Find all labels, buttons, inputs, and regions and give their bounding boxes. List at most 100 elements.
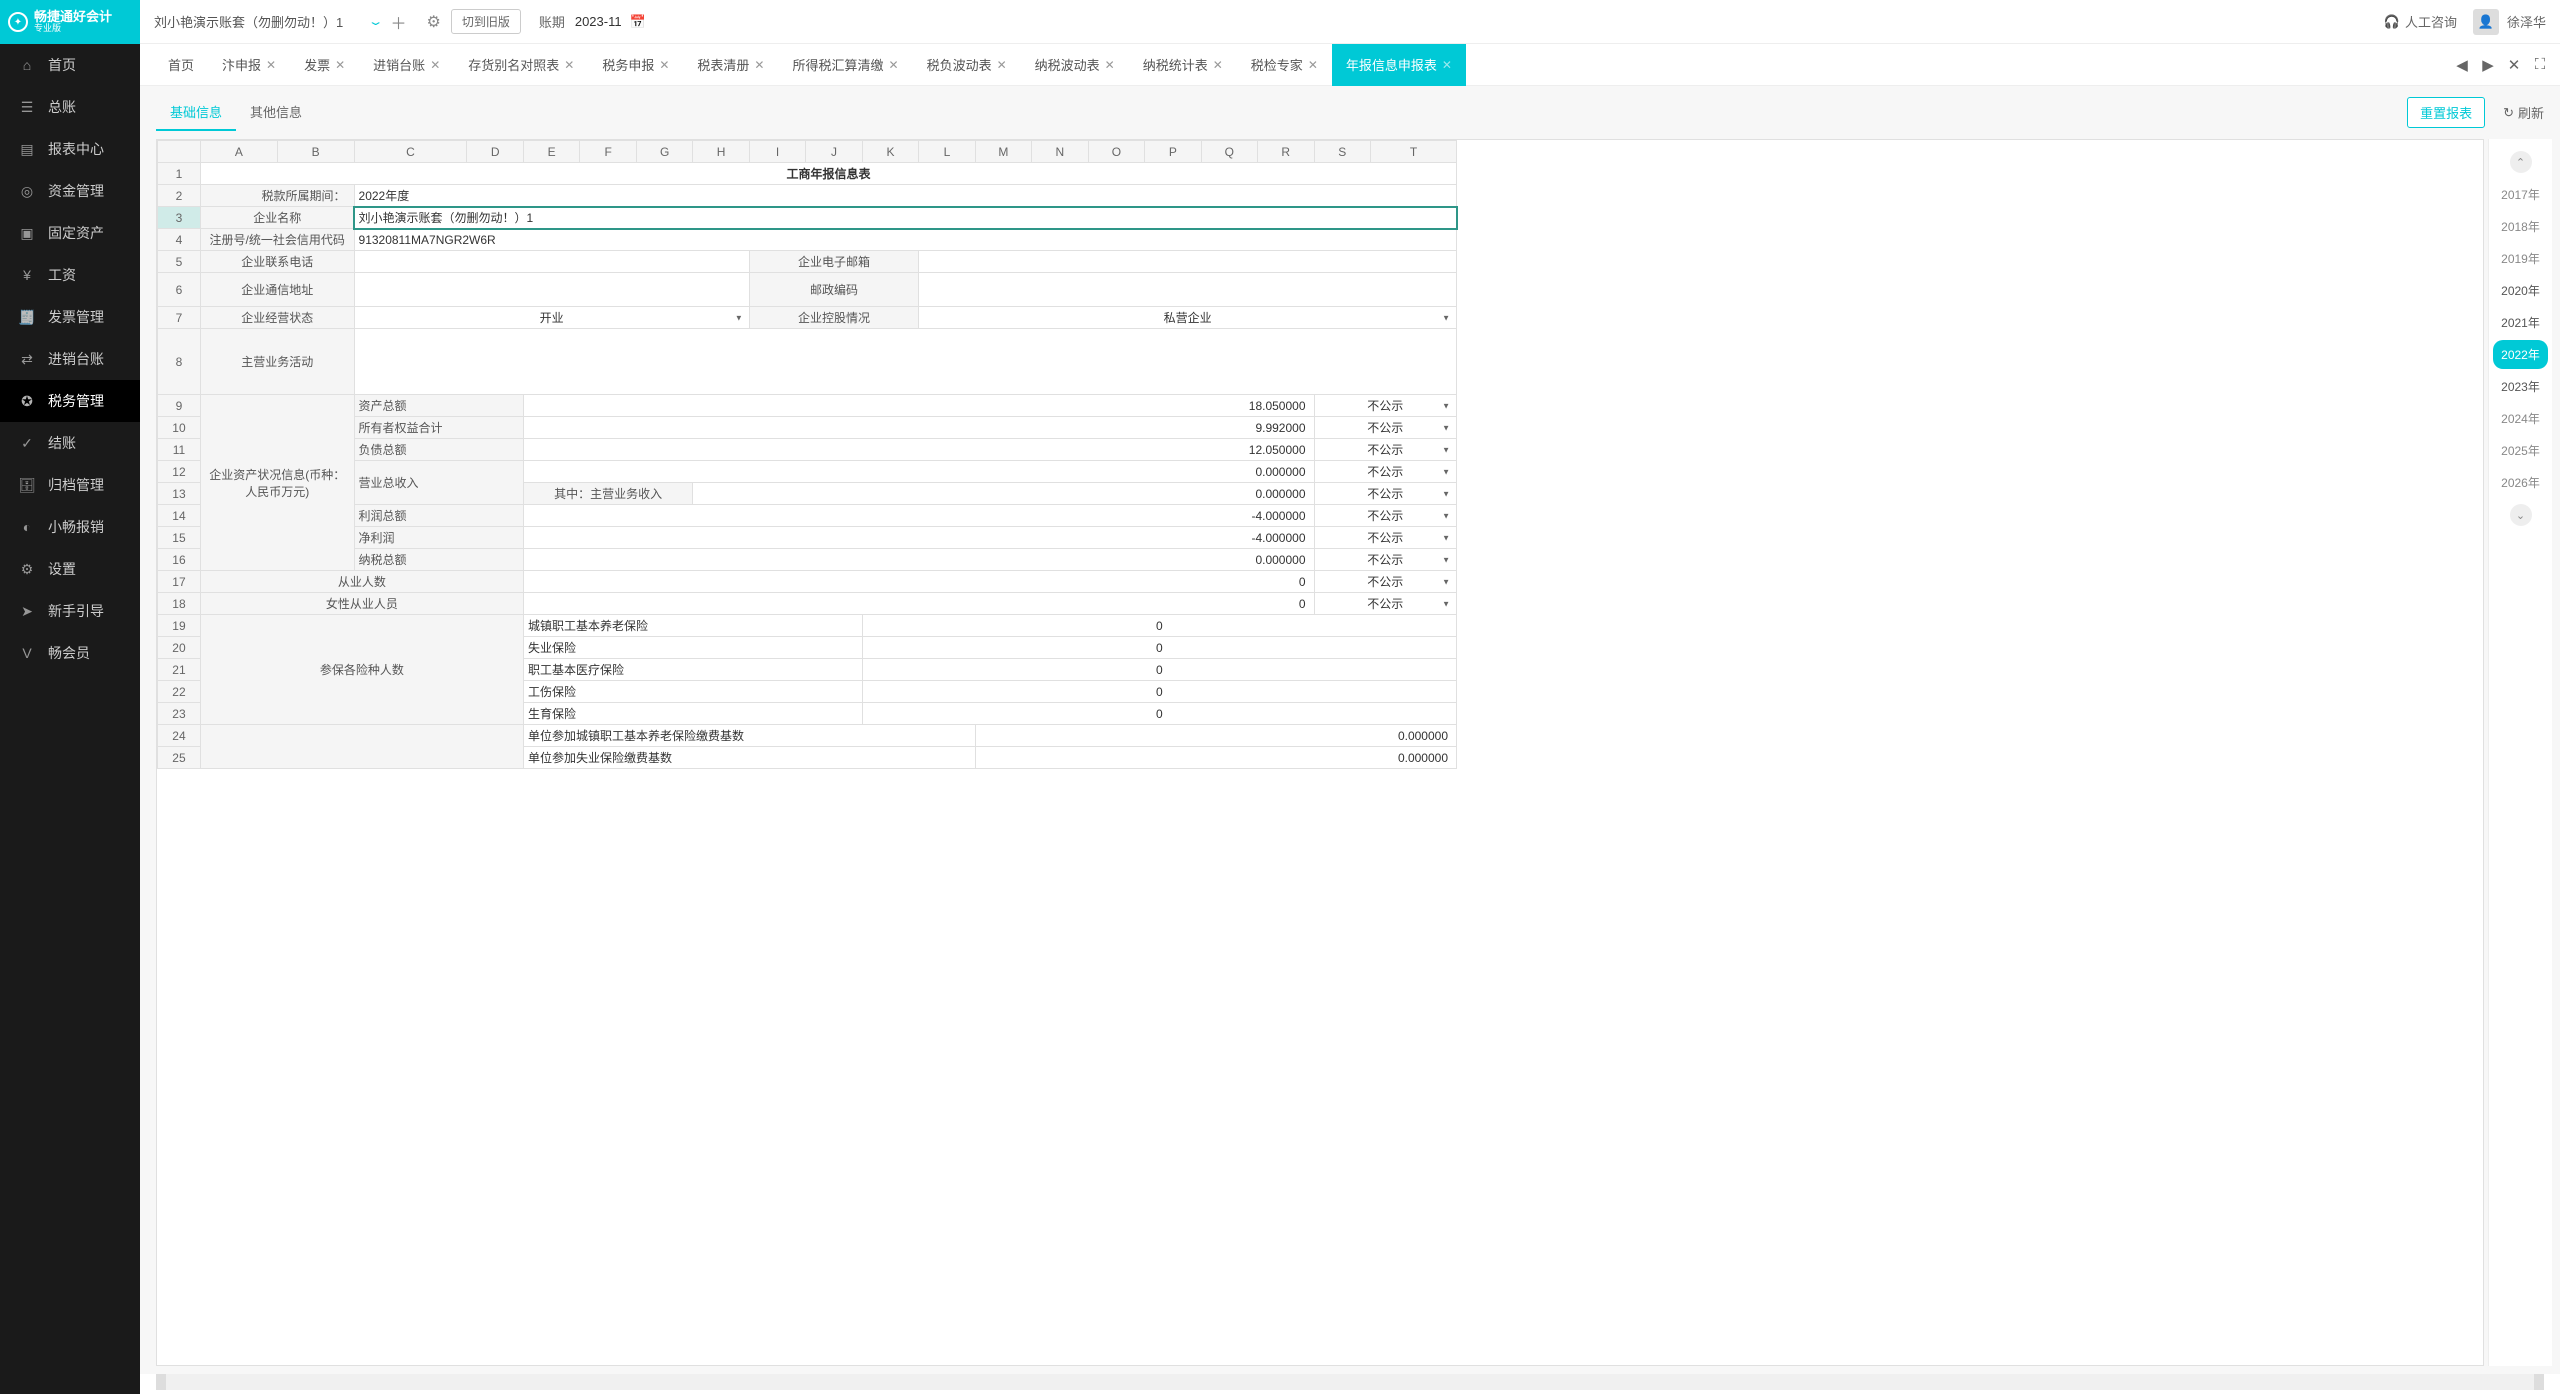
- postcode-cell[interactable]: [919, 273, 1457, 307]
- tab[interactable]: 所得税汇算清缴✕: [778, 44, 912, 86]
- row-header[interactable]: 18: [158, 593, 201, 615]
- row-header[interactable]: 16: [158, 549, 201, 571]
- column-header[interactable]: [158, 141, 201, 163]
- cell-value[interactable]: 0.000000: [523, 461, 1314, 483]
- row-header[interactable]: 4: [158, 229, 201, 251]
- holding-dropdown[interactable]: 私营企业: [919, 307, 1457, 329]
- close-icon[interactable]: ✕: [1105, 58, 1115, 72]
- year-option[interactable]: 2017年: [2493, 180, 2548, 209]
- sidebar-item-report[interactable]: ▤报表中心: [0, 128, 140, 170]
- row-header[interactable]: 7: [158, 307, 201, 329]
- sidebar-item-guide[interactable]: ➤新手引导: [0, 590, 140, 632]
- tab[interactable]: 税检专家✕: [1237, 44, 1332, 86]
- sidebar-item-salary[interactable]: ¥工资: [0, 254, 140, 296]
- row-header[interactable]: 12: [158, 461, 201, 483]
- publish-dropdown[interactable]: 不公示: [1314, 527, 1457, 549]
- year-option[interactable]: 2025年: [2493, 436, 2548, 465]
- calendar-icon[interactable]: 📅: [630, 14, 646, 30]
- close-icon[interactable]: ✕: [266, 58, 276, 72]
- column-header[interactable]: I: [749, 141, 805, 163]
- close-icon[interactable]: ✕: [889, 58, 899, 72]
- column-header[interactable]: D: [467, 141, 523, 163]
- column-header[interactable]: P: [1145, 141, 1201, 163]
- year-option[interactable]: 2018年: [2493, 212, 2548, 241]
- address-cell[interactable]: [354, 273, 749, 307]
- tabs-close-all-button[interactable]: ✕: [2502, 53, 2526, 77]
- column-header[interactable]: G: [636, 141, 692, 163]
- company-name-cell[interactable]: 刘小艳演示账套（勿删勿动！）1: [354, 207, 1456, 229]
- sidebar-item-archive[interactable]: 🗄归档管理: [0, 464, 140, 506]
- column-header[interactable]: R: [1258, 141, 1314, 163]
- column-header[interactable]: Q: [1201, 141, 1257, 163]
- publish-dropdown[interactable]: 不公示: [1314, 505, 1457, 527]
- tab[interactable]: 纳税统计表✕: [1129, 44, 1237, 86]
- tab[interactable]: 进销台账✕: [359, 44, 454, 86]
- add-icon[interactable]: ＋: [390, 10, 406, 34]
- brand-logo-area[interactable]: ✦ 畅捷通好会计 专业版: [0, 0, 140, 44]
- row-header[interactable]: 20: [158, 637, 201, 659]
- row-header[interactable]: 5: [158, 251, 201, 273]
- sidebar-item-asset[interactable]: ▣固定资产: [0, 212, 140, 254]
- status-dropdown[interactable]: 开业: [354, 307, 749, 329]
- year-down-button[interactable]: ⌄: [2510, 504, 2532, 526]
- horizontal-scrollbar[interactable]: [156, 1374, 2544, 1390]
- column-header[interactable]: S: [1314, 141, 1370, 163]
- column-header[interactable]: M: [975, 141, 1031, 163]
- cell-value[interactable]: 0: [862, 637, 1456, 659]
- column-header[interactable]: N: [1032, 141, 1088, 163]
- column-header[interactable]: B: [277, 141, 354, 163]
- cell-value[interactable]: 12.050000: [523, 439, 1314, 461]
- row-header[interactable]: 21: [158, 659, 201, 681]
- refresh-button[interactable]: ↻ 刷新: [2503, 103, 2544, 122]
- cell-value[interactable]: 0: [523, 571, 1314, 593]
- column-header[interactable]: A: [200, 141, 277, 163]
- publish-dropdown[interactable]: 不公示: [1314, 549, 1457, 571]
- column-header[interactable]: T: [1370, 141, 1456, 163]
- row-header[interactable]: 25: [158, 747, 201, 769]
- sidebar-item-fund[interactable]: ◎资金管理: [0, 170, 140, 212]
- sidebar-item-home[interactable]: ⌂首页: [0, 44, 140, 86]
- cell-value[interactable]: 9.992000: [523, 417, 1314, 439]
- close-icon[interactable]: ✕: [754, 58, 764, 72]
- close-icon[interactable]: ✕: [659, 58, 669, 72]
- publish-dropdown[interactable]: 不公示: [1314, 571, 1457, 593]
- column-header[interactable]: L: [919, 141, 975, 163]
- cell-value[interactable]: 0.000000: [693, 483, 1314, 505]
- sidebar-item-settings[interactable]: ⚙设置: [0, 548, 140, 590]
- tab[interactable]: 汴申报✕: [208, 44, 290, 86]
- cell-value[interactable]: 0.000000: [523, 549, 1314, 571]
- tab[interactable]: 发票✕: [290, 44, 359, 86]
- reset-report-button[interactable]: 重置报表: [2407, 97, 2485, 128]
- publish-dropdown[interactable]: 不公示: [1314, 593, 1457, 615]
- sidebar-item-tax[interactable]: ✪税务管理: [0, 380, 140, 422]
- column-header[interactable]: F: [580, 141, 636, 163]
- column-header[interactable]: O: [1088, 141, 1144, 163]
- fullscreen-icon[interactable]: ⛶: [2528, 53, 2552, 77]
- publish-dropdown[interactable]: 不公示: [1314, 483, 1457, 505]
- row-header[interactable]: 10: [158, 417, 201, 439]
- tab[interactable]: 年报信息申报表✕: [1332, 44, 1466, 86]
- row-header[interactable]: 24: [158, 725, 201, 747]
- close-icon[interactable]: ✕: [564, 58, 574, 72]
- mainbiz-cell[interactable]: [354, 329, 1456, 395]
- tab[interactable]: 纳税波动表✕: [1021, 44, 1129, 86]
- cell-value[interactable]: -4.000000: [523, 527, 1314, 549]
- row-header[interactable]: 6: [158, 273, 201, 307]
- cell-value[interactable]: 0: [862, 615, 1456, 637]
- row-header[interactable]: 2: [158, 185, 201, 207]
- subtab-other-info[interactable]: 其他信息: [236, 94, 316, 131]
- sidebar-item-psi[interactable]: ⇄进销台账: [0, 338, 140, 380]
- cell-value[interactable]: 0.000000: [975, 747, 1456, 769]
- close-icon[interactable]: ✕: [1308, 58, 1318, 72]
- publish-dropdown[interactable]: 不公示: [1314, 461, 1457, 483]
- cell-value[interactable]: -4.000000: [523, 505, 1314, 527]
- cell-value[interactable]: 0.000000: [975, 725, 1456, 747]
- column-header[interactable]: H: [693, 141, 749, 163]
- row-header[interactable]: 8: [158, 329, 201, 395]
- subtab-basic-info[interactable]: 基础信息: [156, 94, 236, 131]
- sidebar-item-ledger[interactable]: ☰总账: [0, 86, 140, 128]
- year-option[interactable]: 2023年: [2493, 372, 2548, 401]
- column-header[interactable]: K: [862, 141, 918, 163]
- column-header[interactable]: E: [523, 141, 579, 163]
- sidebar-item-close[interactable]: ✓结账: [0, 422, 140, 464]
